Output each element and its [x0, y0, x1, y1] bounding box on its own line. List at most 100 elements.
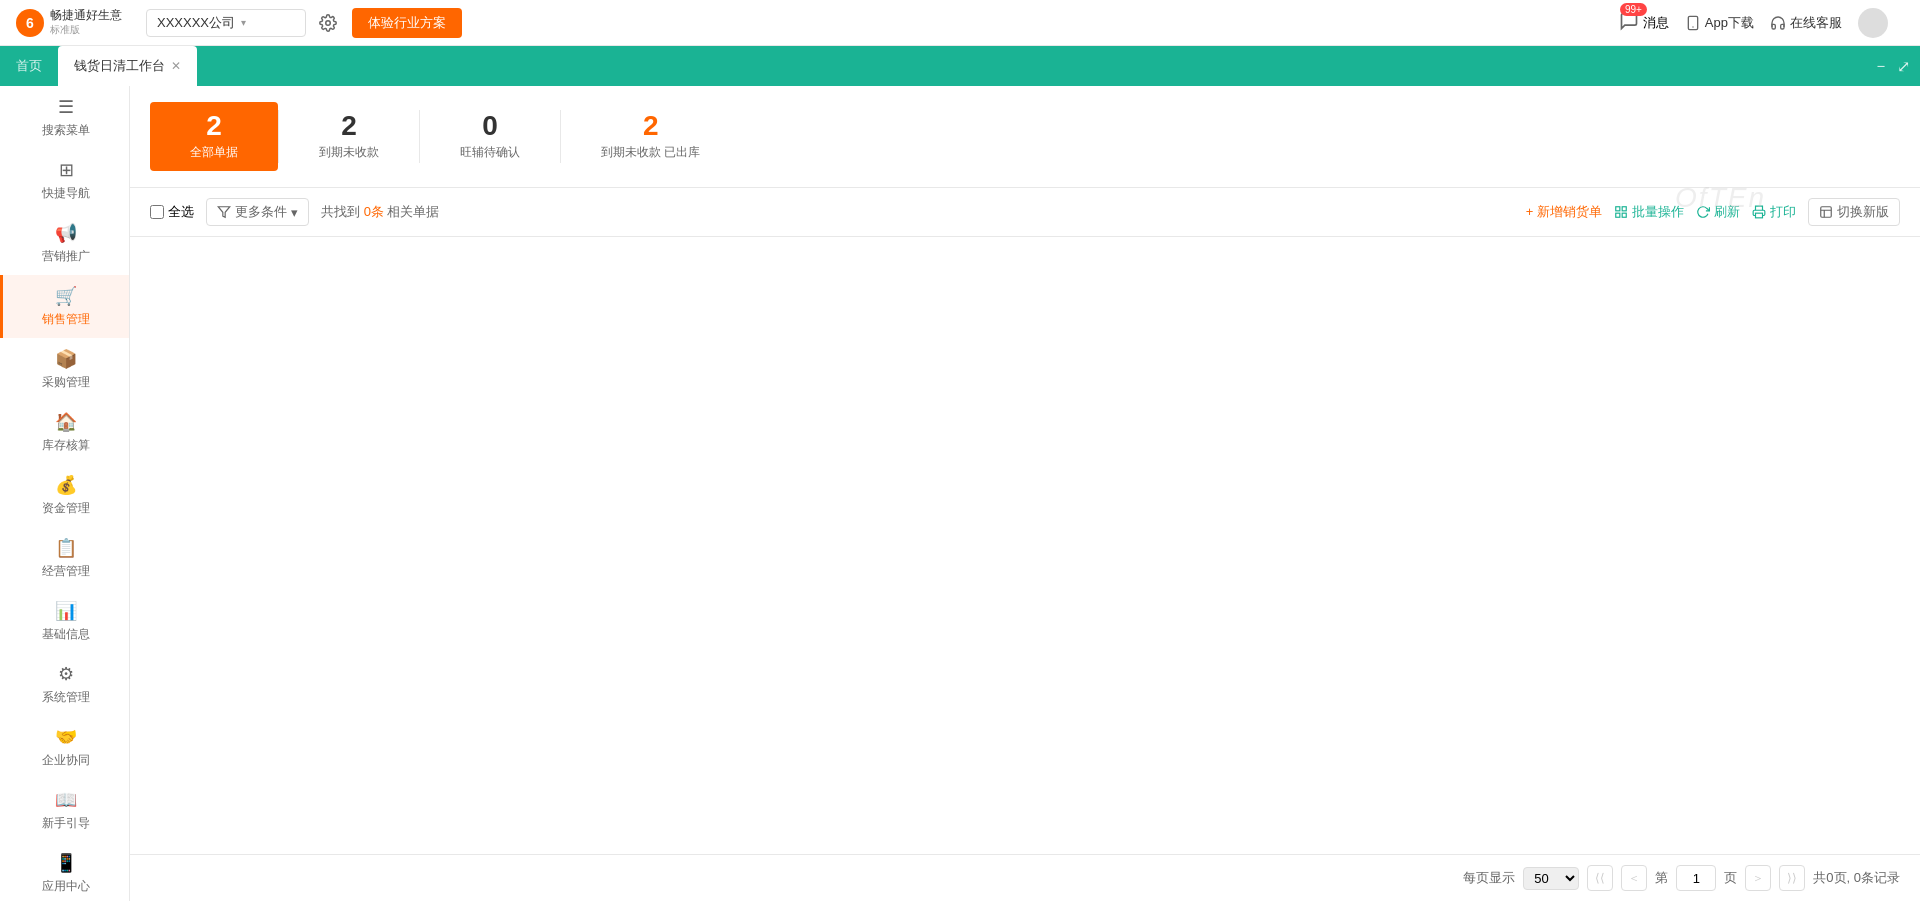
add-sale-order-button[interactable]: + 新增销货单 — [1526, 203, 1602, 221]
apps-icon: 📱 — [55, 852, 77, 874]
page-last-button[interactable]: ⟩⟩ — [1779, 865, 1805, 891]
tab-bar: 首页 钱货日清工作台 ✕ － ⤢ — [0, 46, 1920, 86]
stat-card-shipped[interactable]: 2 到期未收款 已出库 — [561, 102, 740, 171]
print-label: 打印 — [1770, 203, 1796, 221]
tab-workbench[interactable]: 钱货日清工作台 ✕ — [58, 46, 197, 86]
stat-num-shipped: 2 — [643, 112, 659, 140]
stat-num-pending: 0 — [482, 112, 498, 140]
sidebar-item-basicinfo[interactable]: 📊 基础信息 — [0, 590, 129, 653]
stat-label-pending: 旺辅待确认 — [460, 144, 520, 161]
svg-rect-6 — [1622, 213, 1626, 217]
sidebar: ☰ 搜索菜单 ⊞ 快捷导航 📢 营销推广 🛒 销售管理 📦 采购管理 🏠 库存核… — [0, 86, 130, 901]
tab-home-label: 首页 — [16, 57, 42, 75]
collab-icon: 🤝 — [55, 726, 77, 748]
toolbar-right: + 新增销货单 批量操作 刷新 打印 切换新版 — [1526, 198, 1900, 226]
header-right: 99+ 消息 App下载 在线客服 — [1619, 8, 1904, 38]
finance-icon: 💰 — [55, 474, 77, 496]
batch-operation-button[interactable]: 批量操作 — [1614, 203, 1684, 221]
more-filter-button[interactable]: 更多条件 ▾ — [206, 198, 309, 226]
app-download-label: App下载 — [1705, 14, 1754, 32]
logo-sub: 标准版 — [50, 23, 122, 37]
quicknav-icon: ⊞ — [59, 159, 74, 181]
sidebar-operations-label: 经营管理 — [42, 563, 90, 580]
switch-version-button[interactable]: 切换新版 — [1808, 198, 1900, 226]
inventory-icon: 🏠 — [55, 411, 77, 433]
online-service-button[interactable]: 在线客服 — [1770, 14, 1842, 32]
add-sale-order-label: + 新增销货单 — [1526, 203, 1602, 221]
page-next-button[interactable]: ＞ — [1745, 865, 1771, 891]
tab-minimize-icon[interactable]: － — [1873, 56, 1889, 77]
filter-chevron-icon: ▾ — [291, 205, 298, 220]
search-menu-icon: ☰ — [58, 96, 74, 118]
logo-text-wrap: 畅捷通好生意 标准版 — [50, 8, 122, 38]
sidebar-purchase-label: 采购管理 — [42, 374, 90, 391]
more-filter-label: 更多条件 — [235, 203, 287, 221]
page-prev-button[interactable]: ＜ — [1621, 865, 1647, 891]
switch-version-label: 切换新版 — [1837, 203, 1889, 221]
basicinfo-icon: 📊 — [55, 600, 77, 622]
sidebar-item-search[interactable]: ☰ 搜索菜单 — [0, 86, 129, 149]
sidebar-item-collab[interactable]: 🤝 企业协同 — [0, 716, 129, 779]
stat-card-all[interactable]: 2 全部单据 — [150, 102, 278, 171]
sidebar-item-sales[interactable]: 🛒 销售管理 — [0, 275, 129, 338]
stat-card-pending[interactable]: 0 旺辅待确认 — [420, 102, 560, 171]
select-all-area[interactable]: 全选 — [150, 203, 194, 221]
online-service-label: 在线客服 — [1790, 14, 1842, 32]
found-text: 共找到 0条 相关单据 — [321, 203, 439, 221]
sidebar-basicinfo-label: 基础信息 — [42, 626, 90, 643]
tab-close-icon[interactable]: ✕ — [171, 59, 181, 73]
tab-home[interactable]: 首页 — [0, 46, 58, 86]
main-layout: ☰ 搜索菜单 ⊞ 快捷导航 📢 营销推广 🛒 销售管理 📦 采购管理 🏠 库存核… — [0, 86, 1920, 901]
page-total: 共0页, 0条记录 — [1813, 869, 1900, 887]
tab-maximize-icon[interactable]: ⤢ — [1897, 57, 1910, 76]
stat-card-overdue[interactable]: 2 到期未收款 — [279, 102, 419, 171]
logo-icon: 6 — [16, 9, 44, 37]
sidebar-guide-label: 新手引导 — [42, 815, 90, 832]
page-number-input[interactable] — [1676, 865, 1716, 891]
pagination-bar: 每页显示 50 100 200 ⟨⟨ ＜ 第 页 ＞ ⟩⟩ 共0页, 0条记录 — [130, 854, 1920, 901]
sidebar-item-guide[interactable]: 📖 新手引导 — [0, 779, 129, 842]
stat-num-all: 2 — [206, 112, 222, 140]
company-selector[interactable]: XXXXXX公司 ▾ — [146, 9, 306, 37]
sidebar-item-inventory[interactable]: 🏠 库存核算 — [0, 401, 129, 464]
svg-rect-9 — [1821, 207, 1832, 218]
sidebar-item-apps[interactable]: 📱 应用中心 — [0, 842, 129, 901]
sidebar-item-quicknav[interactable]: ⊞ 快捷导航 — [0, 149, 129, 212]
sidebar-search-label: 搜索菜单 — [42, 122, 90, 139]
stats-row: 2 全部单据 2 到期未收款 0 旺辅待确认 2 到期未收款 已出库 — [130, 86, 1920, 188]
svg-marker-3 — [218, 207, 230, 218]
avatar[interactable] — [1858, 8, 1888, 38]
select-all-checkbox[interactable] — [150, 205, 164, 219]
found-count: 0条 — [364, 204, 384, 219]
refresh-button[interactable]: 刷新 — [1696, 203, 1740, 221]
sidebar-item-system[interactable]: ⚙ 系统管理 — [0, 653, 129, 716]
settings-button[interactable] — [314, 9, 342, 37]
stat-label-all: 全部单据 — [190, 144, 238, 161]
page-size-select[interactable]: 50 100 200 — [1523, 867, 1579, 890]
stat-label-overdue: 到期未收款 — [319, 144, 379, 161]
stat-num-overdue: 2 — [341, 112, 357, 140]
message-button[interactable]: 99+ 消息 — [1619, 11, 1669, 34]
message-icon-wrap: 99+ — [1619, 11, 1639, 34]
sidebar-item-marketing[interactable]: 📢 营销推广 — [0, 212, 129, 275]
print-button[interactable]: 打印 — [1752, 203, 1796, 221]
content-area: 2 全部单据 2 到期未收款 0 旺辅待确认 2 到期未收款 已出库 — [130, 86, 1920, 901]
refresh-label: 刷新 — [1714, 203, 1740, 221]
app-download-button[interactable]: App下载 — [1685, 14, 1754, 32]
sidebar-item-purchase[interactable]: 📦 采购管理 — [0, 338, 129, 401]
operations-icon: 📋 — [55, 537, 77, 559]
sidebar-item-finance[interactable]: 💰 资金管理 — [0, 464, 129, 527]
trial-button[interactable]: 体验行业方案 — [352, 8, 462, 38]
guide-icon: 📖 — [55, 789, 77, 811]
sidebar-item-operations[interactable]: 📋 经营管理 — [0, 527, 129, 590]
logo-text: 畅捷通好生意 — [50, 8, 122, 24]
page-first-button[interactable]: ⟨⟨ — [1587, 865, 1613, 891]
logo-area: 6 畅捷通好生意 标准版 — [16, 8, 146, 38]
page-label: 第 — [1655, 869, 1668, 887]
sidebar-collab-label: 企业协同 — [42, 752, 90, 769]
marketing-icon: 📢 — [55, 222, 77, 244]
page-label-end: 页 — [1724, 869, 1737, 887]
sales-icon: 🛒 — [55, 285, 77, 307]
svg-rect-1 — [1688, 16, 1697, 29]
svg-rect-5 — [1622, 207, 1626, 211]
